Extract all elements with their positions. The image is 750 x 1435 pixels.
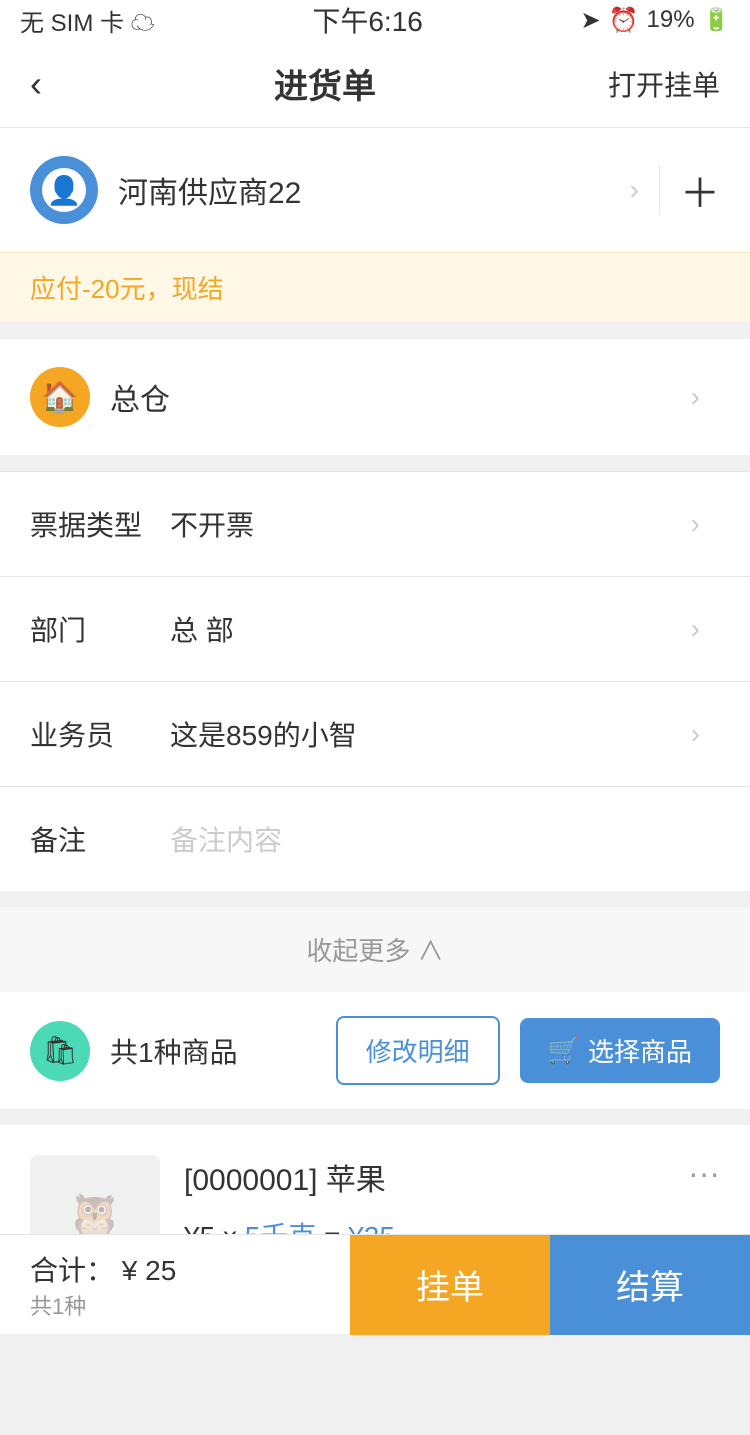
status-bar: 无 SIM 卡 ☁ 下午6:16 ➤ ⏰ 19% 🔋: [0, 0, 750, 40]
salesperson-row[interactable]: 业务员 这是859的小智 ›: [0, 681, 750, 786]
products-icon: 🛍: [30, 1021, 90, 1081]
invoice-type-label: 票据类型: [30, 504, 170, 544]
add-supplier-button[interactable]: ＋: [680, 161, 720, 219]
product-id: [0000001]: [184, 1164, 317, 1197]
product-count-text: 共1种商品: [110, 1031, 316, 1071]
warehouse-name: 总仓: [110, 375, 691, 419]
footer-total-row: 合计： ¥ 25: [30, 1249, 320, 1289]
supplier-avatar: 👤: [30, 156, 98, 224]
cart-icon: 🛒: [548, 1035, 580, 1066]
edit-detail-button[interactable]: 修改明细: [336, 1016, 500, 1085]
supplier-row[interactable]: 👤 河南供应商22 › ＋: [0, 128, 750, 252]
footer: 合计： ¥ 25 共1种 挂单 结算: [0, 1234, 750, 1334]
product-name: [0000001] 苹果: [184, 1155, 664, 1199]
checkout-button[interactable]: 结算: [550, 1235, 750, 1335]
select-product-button[interactable]: 🛒 选择商品: [520, 1018, 720, 1083]
remark-placeholder: 备注内容: [170, 819, 720, 859]
salesperson-label: 业务员: [30, 714, 170, 754]
invoice-type-row[interactable]: 票据类型 不开票 ›: [0, 471, 750, 576]
remark-label: 备注: [30, 819, 170, 859]
notice-bar: 应付-20元，现结: [0, 252, 750, 322]
status-time: 下午6:16: [312, 0, 423, 40]
footer-total: 合计： ¥ 25 共1种: [0, 1249, 350, 1321]
product-title: 苹果: [326, 1164, 386, 1197]
warehouse-section: 🏠 总仓 ›: [0, 338, 750, 455]
supplier-chevron-icon: ›: [630, 174, 639, 206]
total-amount: ¥ 25: [122, 1255, 177, 1286]
select-product-label: 选择商品: [588, 1032, 692, 1069]
collapse-button[interactable]: 收起更多 ∧: [0, 907, 750, 992]
department-label: 部门: [30, 609, 170, 649]
status-right: ➤ ⏰ 19% 🔋: [581, 6, 730, 35]
footer-count: 共1种: [30, 1289, 320, 1321]
back-button[interactable]: ‹: [30, 63, 42, 105]
department-value: 总 部: [170, 609, 691, 649]
total-label: 合计：: [30, 1255, 114, 1286]
salesperson-value: 这是859的小智: [170, 714, 691, 754]
invoice-type-chevron-icon: ›: [691, 508, 700, 540]
product-more-button[interactable]: ···: [688, 1155, 720, 1192]
department-row[interactable]: 部门 总 部 ›: [0, 576, 750, 681]
warehouse-icon: 🏠: [30, 367, 90, 427]
page-title: 进货单: [274, 59, 376, 108]
hang-button[interactable]: 挂单: [350, 1235, 550, 1335]
supplier-section: 👤 河南供应商22 › ＋ 应付-20元，现结: [0, 128, 750, 322]
signal-text: 无 SIM 卡 ☁: [20, 3, 155, 38]
warehouse-emoji: 🏠: [41, 380, 78, 415]
department-chevron-icon: ›: [691, 613, 700, 645]
bag-icon: 🛍: [42, 1034, 78, 1067]
invoice-type-value: 不开票: [170, 504, 691, 544]
avatar-icon: 👤: [42, 168, 86, 212]
products-section: 🛍 共1种商品 修改明细 🛒 选择商品: [0, 992, 750, 1109]
open-hang-button[interactable]: 打开挂单: [608, 64, 720, 104]
remark-row[interactable]: 备注 备注内容: [0, 786, 750, 891]
form-section: 票据类型 不开票 › 部门 总 部 › 业务员 这是859的小智 › 备注 备注…: [0, 471, 750, 891]
battery-text: 19%: [647, 6, 695, 34]
salesperson-chevron-icon: ›: [691, 718, 700, 750]
location-icon: ➤: [581, 6, 601, 35]
warehouse-chevron-icon: ›: [691, 381, 700, 413]
warehouse-row[interactable]: 🏠 总仓 ›: [0, 338, 750, 455]
supplier-name: 河南供应商22: [118, 168, 630, 212]
status-left: 无 SIM 卡 ☁: [20, 3, 155, 38]
products-header: 🛍 共1种商品 修改明细 🛒 选择商品: [0, 992, 750, 1109]
nav-bar: ‹ 进货单 打开挂单: [0, 40, 750, 128]
battery-icon: 🔋: [703, 7, 730, 33]
alarm-icon: ⏰: [609, 6, 639, 35]
vertical-divider: [659, 165, 660, 215]
